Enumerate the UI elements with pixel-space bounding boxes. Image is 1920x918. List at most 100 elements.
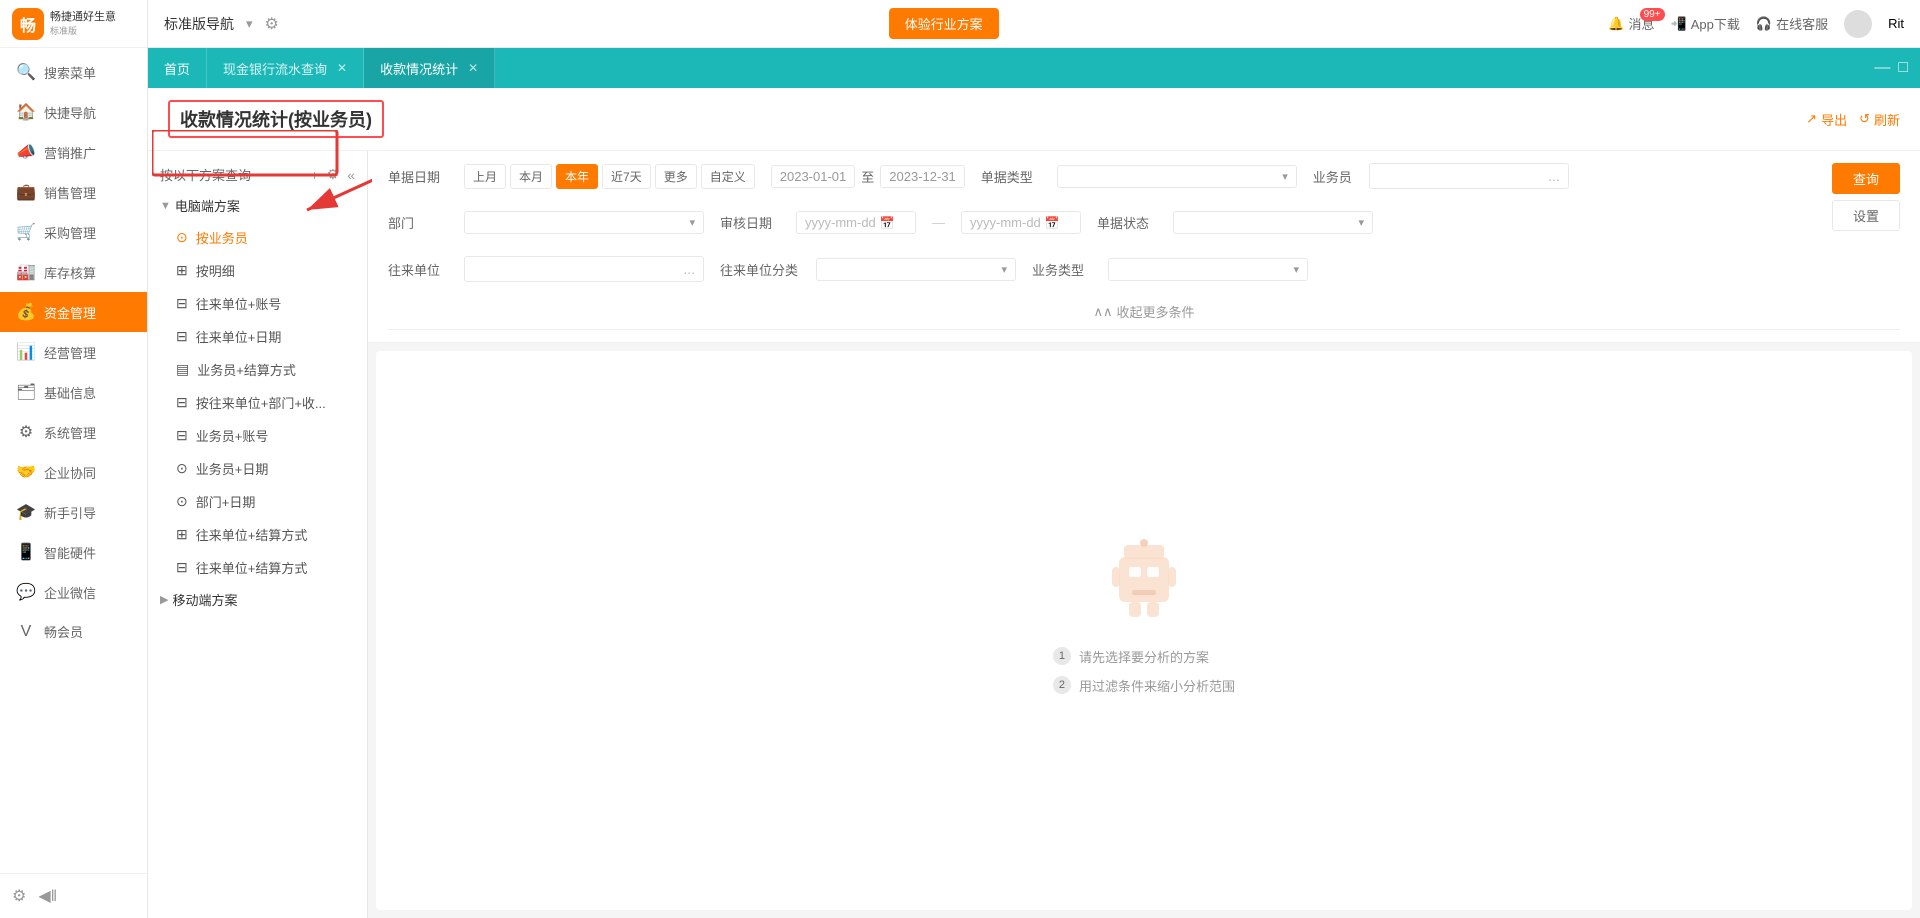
sidebar-item-system[interactable]: ⚙ 系统管理 bbox=[0, 412, 147, 452]
date-range: 2023-01-01 至 2023-12-31 bbox=[771, 165, 965, 188]
sidebar-item-label: 销售管理 bbox=[44, 183, 96, 202]
query-buttons: 查询 设置 bbox=[1832, 163, 1900, 231]
review-date-to[interactable]: yyyy-mm-dd 📅 bbox=[961, 211, 1081, 234]
sidebar-item-label: 资金管理 bbox=[44, 303, 96, 322]
date-label: 单据日期 bbox=[388, 167, 448, 186]
scheme-item-partner-dept-collect[interactable]: ⊟ 按往来单位+部门+收... bbox=[148, 386, 367, 419]
group-label: 移动端方案 bbox=[172, 590, 237, 609]
sidebar-item-purchase[interactable]: 🛒 采购管理 bbox=[0, 212, 147, 252]
scheme-item-salesperson-date[interactable]: ⊙ 业务员+日期 bbox=[148, 452, 367, 485]
tab-close-icon[interactable]: ✕ bbox=[468, 61, 478, 75]
topbar-gear-icon[interactable]: ⚙ bbox=[265, 14, 279, 34]
tab-label: 收款情况统计 bbox=[380, 59, 458, 78]
tab-bank-flow[interactable]: 现金银行流水查询 ✕ bbox=[207, 48, 364, 88]
date-prev-month[interactable]: 上月 bbox=[464, 164, 506, 189]
messages-button[interactable]: 🔔 消息 99+ bbox=[1608, 14, 1654, 33]
sidebar-item-label: 营销推广 bbox=[44, 143, 96, 162]
date-from-input[interactable]: 2023-01-01 bbox=[771, 165, 856, 188]
sidebar-item-inventory[interactable]: 🏭 库存核算 bbox=[0, 252, 147, 292]
money-icon: 💰 bbox=[16, 302, 36, 322]
date-to-input[interactable]: 2023-12-31 bbox=[880, 165, 965, 188]
scheme-item-icon: ⊙ bbox=[176, 460, 188, 477]
dept-select[interactable]: ▾ bbox=[464, 211, 704, 234]
chevron-down-icon: ▾ bbox=[689, 216, 695, 229]
page-content: 收款情况统计(按业务员) ↗ 导出 ↺ 刷新 按以下方案查询 bbox=[148, 88, 1920, 918]
settings-button[interactable]: 设置 bbox=[1832, 200, 1900, 231]
topbar: 标准版导航 ▾ ⚙ 体验行业方案 🔔 消息 99+ 📲 App下载 🎧 在线客服… bbox=[148, 0, 1920, 48]
scheme-item-icon: ⊟ bbox=[176, 427, 188, 444]
scheme-header-label: 按以下方案查询 bbox=[160, 165, 251, 184]
settings-bottom-icon[interactable]: ⚙ bbox=[12, 886, 26, 906]
refresh-button[interactable]: ↺ 刷新 bbox=[1859, 110, 1900, 129]
layout-body: 按以下方案查询 + ⚙ « ▼ 电脑端方案 ⊙ 按业务员 bbox=[148, 151, 1920, 918]
chevron-down-icon[interactable]: ▾ bbox=[246, 16, 253, 32]
app-download-button[interactable]: 📲 App下载 bbox=[1671, 14, 1740, 33]
sidebar-item-hardware[interactable]: 📱 智能硬件 bbox=[0, 532, 147, 572]
tab-close-icon[interactable]: ✕ bbox=[337, 61, 347, 75]
tab-collection-stats[interactable]: 收款情况统计 ✕ bbox=[364, 48, 495, 88]
biz-type-select[interactable]: ▾ bbox=[1108, 258, 1308, 281]
minimize-button[interactable]: — bbox=[1874, 59, 1890, 77]
date-7days[interactable]: 近7天 bbox=[602, 164, 651, 189]
collapse-sidebar-icon[interactable]: ◀‖ bbox=[38, 886, 57, 906]
export-button[interactable]: ↗ 导出 bbox=[1806, 110, 1847, 129]
salesperson-label: 业务员 bbox=[1313, 167, 1353, 186]
dept-label: 部门 bbox=[388, 213, 448, 232]
sidebar-item-guide[interactable]: 🎓 新手引导 bbox=[0, 492, 147, 532]
type-select[interactable]: ▾ bbox=[1057, 165, 1297, 188]
scheme-item-detail[interactable]: ⊞ 按明细 bbox=[148, 254, 367, 287]
sidebar-item-collab[interactable]: 🤝 企业协同 bbox=[0, 452, 147, 492]
toggle-icon: ▶ bbox=[160, 593, 168, 606]
date-custom[interactable]: 自定义 bbox=[701, 164, 755, 189]
query-button[interactable]: 查询 bbox=[1832, 163, 1900, 194]
more-icon[interactable]: ... bbox=[1548, 168, 1560, 184]
sidebar-item-finance[interactable]: 💰 资金管理 bbox=[0, 292, 147, 332]
sidebar-item-marketing[interactable]: 📣 营销推广 bbox=[0, 132, 147, 172]
partner-select[interactable]: ... bbox=[464, 256, 704, 282]
user-avatar[interactable] bbox=[1844, 10, 1872, 38]
scheme-item-icon: ⊟ bbox=[176, 328, 188, 345]
date-this-month[interactable]: 本月 bbox=[510, 164, 552, 189]
scheme-item-partner-account[interactable]: ⊟ 往来单位+账号 bbox=[148, 287, 367, 320]
scheme-item-salesperson-settle[interactable]: ▤ 业务员+结算方式 bbox=[148, 353, 367, 386]
date-more[interactable]: 更多 bbox=[655, 164, 697, 189]
sidebar-item-wechat[interactable]: 💬 企业微信 bbox=[0, 572, 147, 612]
sidebar-item-vip[interactable]: V 畅会员 bbox=[0, 612, 147, 651]
scheme-group-desktop-title[interactable]: ▼ 电脑端方案 bbox=[148, 190, 367, 221]
scheme-item-partner-settle2[interactable]: ⊟ 往来单位+结算方式 bbox=[148, 551, 367, 584]
review-date-from[interactable]: yyyy-mm-dd 📅 bbox=[796, 211, 916, 234]
sidebar-item-ops[interactable]: 📊 经营管理 bbox=[0, 332, 147, 372]
scheme-item-icon: ⊙ bbox=[176, 493, 188, 510]
scheme-item-by-salesperson[interactable]: ⊙ 按业务员 bbox=[148, 221, 367, 254]
doc-status-select[interactable]: ▾ bbox=[1173, 211, 1373, 234]
home-icon: 🏠 bbox=[16, 102, 36, 122]
scheme-config-icon[interactable]: ⚙ bbox=[327, 166, 340, 183]
scheme-header-actions: + ⚙ « bbox=[310, 166, 355, 183]
maximize-button[interactable]: □ bbox=[1898, 59, 1908, 77]
scheme-collapse-icon[interactable]: « bbox=[347, 167, 355, 183]
collapse-bar[interactable]: ∧∧ 收起更多条件 bbox=[388, 294, 1900, 330]
partner-label: 往来单位 bbox=[388, 260, 448, 279]
empty-state: 1 请先选择要分析的方案 2 用过滤条件来缩小分析范围 bbox=[376, 351, 1912, 910]
scheme-item-dept-date[interactable]: ⊙ 部门+日期 bbox=[148, 485, 367, 518]
scheme-item-salesperson-account[interactable]: ⊟ 业务员+账号 bbox=[148, 419, 367, 452]
partner-more-icon[interactable]: ... bbox=[683, 261, 695, 277]
online-service-button[interactable]: 🎧 在线客服 bbox=[1756, 14, 1828, 33]
sidebar-item-search[interactable]: 🔍 搜索菜单 bbox=[0, 52, 147, 92]
scheme-item-partner-date[interactable]: ⊟ 往来单位+日期 bbox=[148, 320, 367, 353]
sidebar-item-baseinfo[interactable]: 🗂 基础信息 bbox=[0, 372, 147, 412]
sidebar-item-label: 经营管理 bbox=[44, 343, 96, 362]
sidebar-item-quicknav[interactable]: 🏠 快捷导航 bbox=[0, 92, 147, 132]
trial-button[interactable]: 体验行业方案 bbox=[889, 8, 999, 39]
salesperson-select[interactable]: ... bbox=[1369, 163, 1569, 189]
scheme-item-partner-settle1[interactable]: ⊞ 往来单位+结算方式 bbox=[148, 518, 367, 551]
tab-home[interactable]: 首页 bbox=[148, 48, 207, 88]
scheme-add-icon[interactable]: + bbox=[310, 167, 318, 183]
date-this-year[interactable]: 本年 bbox=[556, 164, 598, 189]
partner-category-select[interactable]: ▾ bbox=[816, 258, 1016, 281]
sidebar-item-sales[interactable]: 💼 销售管理 bbox=[0, 172, 147, 212]
topbar-title: 标准版导航 bbox=[164, 14, 234, 34]
scheme-group-mobile-title[interactable]: ▶ 移动端方案 bbox=[148, 584, 367, 615]
page-actions: ↗ 导出 ↺ 刷新 bbox=[1806, 110, 1900, 129]
briefcase-icon: 💼 bbox=[16, 182, 36, 202]
